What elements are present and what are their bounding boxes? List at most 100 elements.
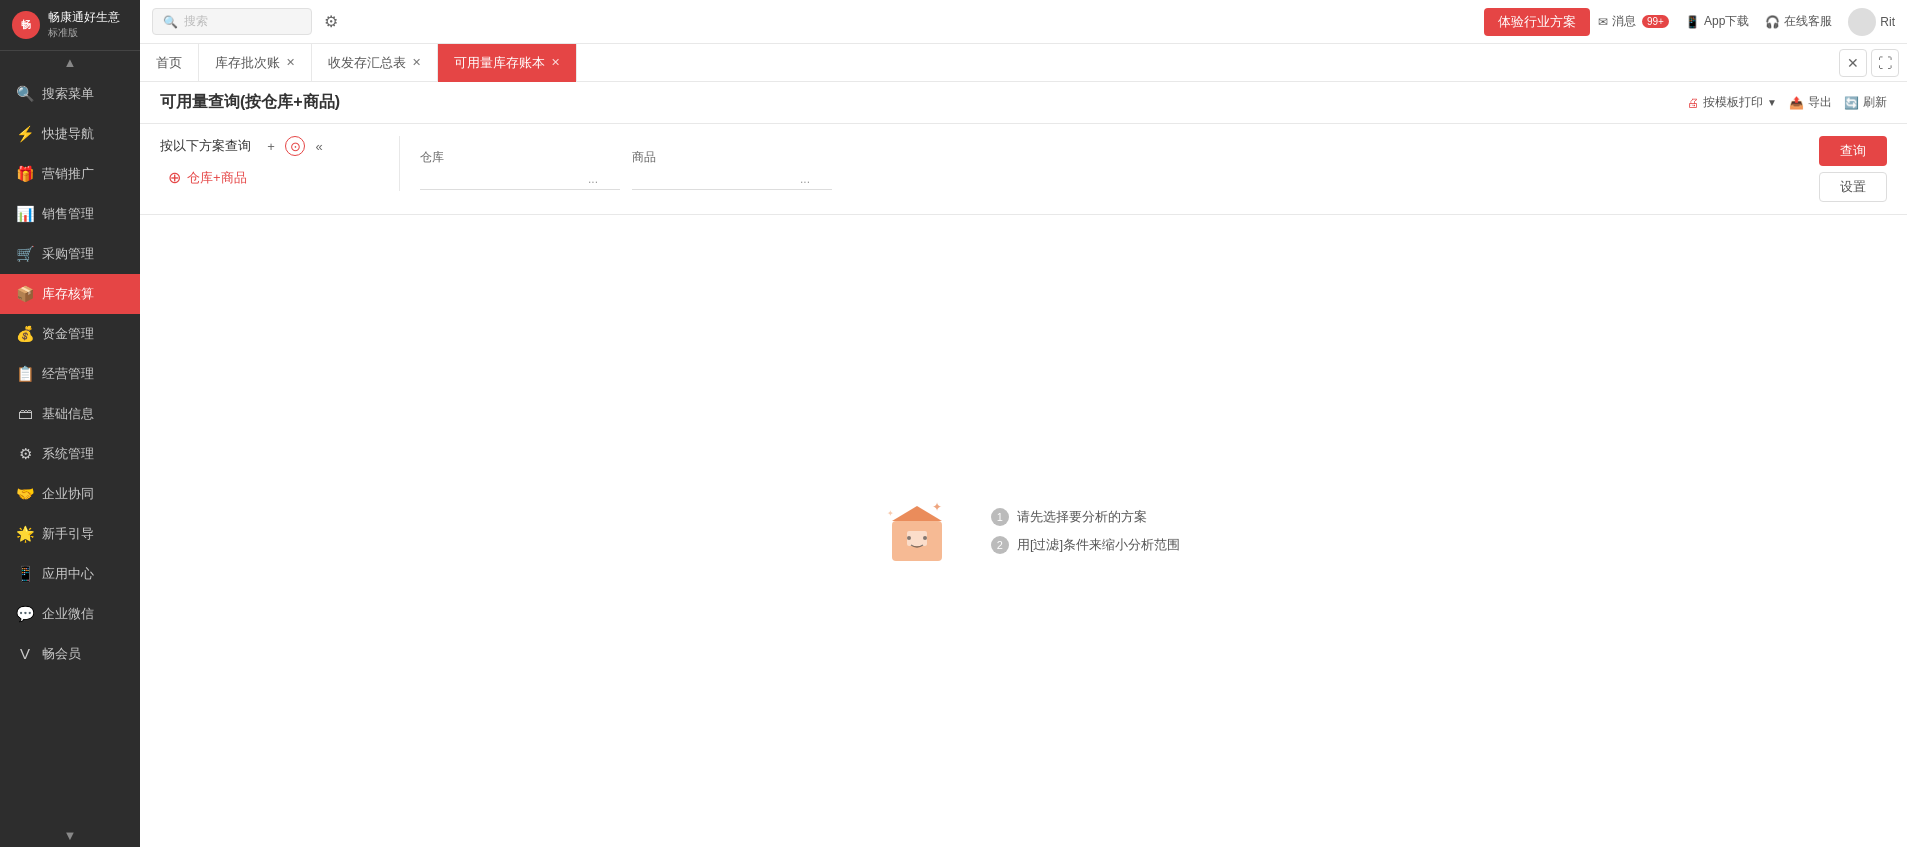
template-print-button[interactable]: 🖨 按模板打印 ▼ <box>1687 94 1777 111</box>
phone-icon: 📱 <box>1685 15 1700 29</box>
topbar-search-box[interactable]: 🔍 搜索 <box>152 8 312 35</box>
topbar: 🔍 搜索 ⚙ 体验行业方案 ✉ 消息 99+ 📱 App下载 🎧 在线客服 Ri… <box>140 0 1907 44</box>
empty-tip-1: 1 请先选择要分析的方案 <box>991 508 1180 526</box>
sidebar-item-sales[interactable]: 📊 销售管理 <box>0 194 140 234</box>
industry-solution-button[interactable]: 体验行业方案 <box>1484 8 1590 36</box>
topbar-gear-icon[interactable]: ⚙ <box>320 8 342 35</box>
headset-icon: 🎧 <box>1765 15 1780 29</box>
chat-icon: 💬 <box>16 605 34 623</box>
sidebar-scroll-down[interactable]: ▼ <box>0 824 140 847</box>
chevron-down-icon[interactable]: ▼ <box>1767 97 1777 108</box>
settings-scheme-button[interactable]: ⊙ <box>285 136 305 156</box>
clipboard-icon: 📋 <box>16 365 34 383</box>
refresh-icon: 🔄 <box>1844 96 1859 110</box>
database-icon: 🗃 <box>16 405 34 422</box>
sidebar-item-basic[interactable]: 🗃 基础信息 <box>0 394 140 434</box>
chart-icon: 📊 <box>16 205 34 223</box>
tab-available[interactable]: 可用量库存账本 ✕ <box>438 44 577 82</box>
vip-icon: V <box>16 645 34 662</box>
tab-expand-button[interactable]: ⛶ <box>1871 49 1899 77</box>
sidebar-item-system[interactable]: ⚙ 系统管理 <box>0 434 140 474</box>
filter-scheme-header: 按以下方案查询 + ⊙ « <box>160 136 383 156</box>
tab-batch[interactable]: 库存批次账 ✕ <box>199 44 312 82</box>
search-placeholder: 搜索 <box>184 13 208 30</box>
main-area: 🔍 搜索 ⚙ 体验行业方案 ✉ 消息 99+ 📱 App下载 🎧 在线客服 Ri… <box>140 0 1907 847</box>
sidebar-item-purchase[interactable]: 🛒 采购管理 <box>0 234 140 274</box>
svg-text:✦: ✦ <box>887 509 894 518</box>
sidebar-item-enterprise[interactable]: 🤝 企业协同 <box>0 474 140 514</box>
sidebar-item-newguide[interactable]: 🌟 新手引导 <box>0 514 140 554</box>
message-icon: ✉ <box>1598 15 1608 29</box>
user-menu[interactable]: Rit <box>1848 8 1895 36</box>
sidebar-item-search[interactable]: 🔍 搜索菜单 <box>0 74 140 114</box>
export-icon: 📤 <box>1789 96 1804 110</box>
export-button[interactable]: 📤 导出 <box>1789 94 1832 111</box>
tab-batch-close-icon[interactable]: ✕ <box>286 56 295 69</box>
tip-1-number: 1 <box>991 508 1009 526</box>
tab-summary-close-icon[interactable]: ✕ <box>412 56 421 69</box>
message-badge: 99+ <box>1642 15 1669 28</box>
page-content: 可用量查询(按仓库+商品) 🖨 按模板打印 ▼ 📤 导出 🔄 刷新 <box>140 82 1907 847</box>
tab-available-close-icon[interactable]: ✕ <box>551 56 560 69</box>
printer-icon: 🖨 <box>1687 96 1699 110</box>
sidebar-menu: 🔍 搜索菜单 ⚡ 快捷导航 🎁 营销推广 📊 销售管理 🛒 采购管理 📦 库存核… <box>0 74 140 824</box>
goods-input[interactable]: ... <box>632 170 832 190</box>
scheme-icon: ⊕ <box>168 168 181 187</box>
app-download-button[interactable]: 📱 App下载 <box>1685 13 1749 30</box>
sidebar-item-inventory[interactable]: 📦 库存核算 <box>0 274 140 314</box>
tab-close-button[interactable]: ✕ <box>1839 49 1867 77</box>
collapse-scheme-button[interactable]: « <box>309 136 329 156</box>
user-avatar <box>1848 8 1876 36</box>
add-scheme-button[interactable]: + <box>261 136 281 156</box>
lightning-icon: ⚡ <box>16 125 34 143</box>
message-button[interactable]: ✉ 消息 99+ <box>1598 13 1669 30</box>
box-icon: 📦 <box>16 285 34 303</box>
search-icon: 🔍 <box>163 15 178 29</box>
gift-icon: 🎁 <box>16 165 34 183</box>
page-title: 可用量查询(按仓库+商品) <box>160 92 340 113</box>
online-service-button[interactable]: 🎧 在线客服 <box>1765 13 1832 30</box>
empty-illustration: ✦ ✦ <box>867 481 967 581</box>
tip-2-text: 用[过滤]条件来缩小分析范围 <box>1017 536 1180 554</box>
filter-schemes: 按以下方案查询 + ⊙ « ⊕ 仓库+商品 <box>160 136 400 191</box>
sidebar-item-marketing[interactable]: 🎁 营销推广 <box>0 154 140 194</box>
sidebar-scroll-up[interactable]: ▲ <box>0 51 140 74</box>
filter-row: 按以下方案查询 + ⊙ « ⊕ 仓库+商品 仓库 <box>160 136 1887 202</box>
goods-more-icon[interactable]: ... <box>800 172 810 186</box>
sidebar-item-shortcuts[interactable]: ⚡ 快捷导航 <box>0 114 140 154</box>
sidebar-item-operations[interactable]: 📋 经营管理 <box>0 354 140 394</box>
tab-summary[interactable]: 收发存汇总表 ✕ <box>312 44 438 82</box>
sidebar: 畅 畅康通好生意 标准版 ▲ 🔍 搜索菜单 ⚡ 快捷导航 🎁 营销推广 📊 销售… <box>0 0 140 847</box>
tip-2-number: 2 <box>991 536 1009 554</box>
cart-icon: 🛒 <box>16 245 34 263</box>
warehouse-text-input[interactable] <box>424 172 584 187</box>
goods-text-input[interactable] <box>636 172 796 187</box>
warehouse-input[interactable]: ... <box>420 170 620 190</box>
sidebar-logo: 畅 <box>12 11 40 39</box>
filter-field-warehouse: 仓库 ... <box>420 149 620 190</box>
settings-button[interactable]: 设置 <box>1819 172 1887 202</box>
handshake-icon: 🤝 <box>16 485 34 503</box>
filter-conditions: 仓库 ... 商品 ... 查询 <box>400 136 1887 202</box>
filter-scheme-warehouse-goods[interactable]: ⊕ 仓库+商品 <box>160 164 383 191</box>
sidebar-item-finance[interactable]: 💰 资金管理 <box>0 314 140 354</box>
filter-actions: 查询 设置 <box>1819 136 1887 202</box>
page-header: 可用量查询(按仓库+商品) 🖨 按模板打印 ▼ 📤 导出 🔄 刷新 <box>140 82 1907 124</box>
svg-point-4 <box>923 536 927 540</box>
filter-field-goods: 商品 ... <box>632 149 832 190</box>
sidebar-title: 畅康通好生意 <box>48 10 120 26</box>
star-icon: 🌟 <box>16 525 34 543</box>
query-button[interactable]: 查询 <box>1819 136 1887 166</box>
tab-home[interactable]: 首页 <box>140 44 199 82</box>
sidebar-item-wechat[interactable]: 💬 企业微信 <box>0 594 140 634</box>
svg-point-3 <box>907 536 911 540</box>
sidebar-item-vip[interactable]: V 畅会员 <box>0 634 140 674</box>
topbar-right: ✉ 消息 99+ 📱 App下载 🎧 在线客服 Rit <box>1598 8 1895 36</box>
tabs-end: ✕ ⛶ <box>1839 49 1907 77</box>
sidebar-item-appcenter[interactable]: 📱 应用中心 <box>0 554 140 594</box>
warehouse-more-icon[interactable]: ... <box>588 172 598 186</box>
empty-tips: 1 请先选择要分析的方案 2 用[过滤]条件来缩小分析范围 <box>991 508 1180 554</box>
sidebar-header: 畅 畅康通好生意 标准版 <box>0 0 140 51</box>
svg-text:✦: ✦ <box>932 500 942 514</box>
refresh-button[interactable]: 🔄 刷新 <box>1844 94 1887 111</box>
